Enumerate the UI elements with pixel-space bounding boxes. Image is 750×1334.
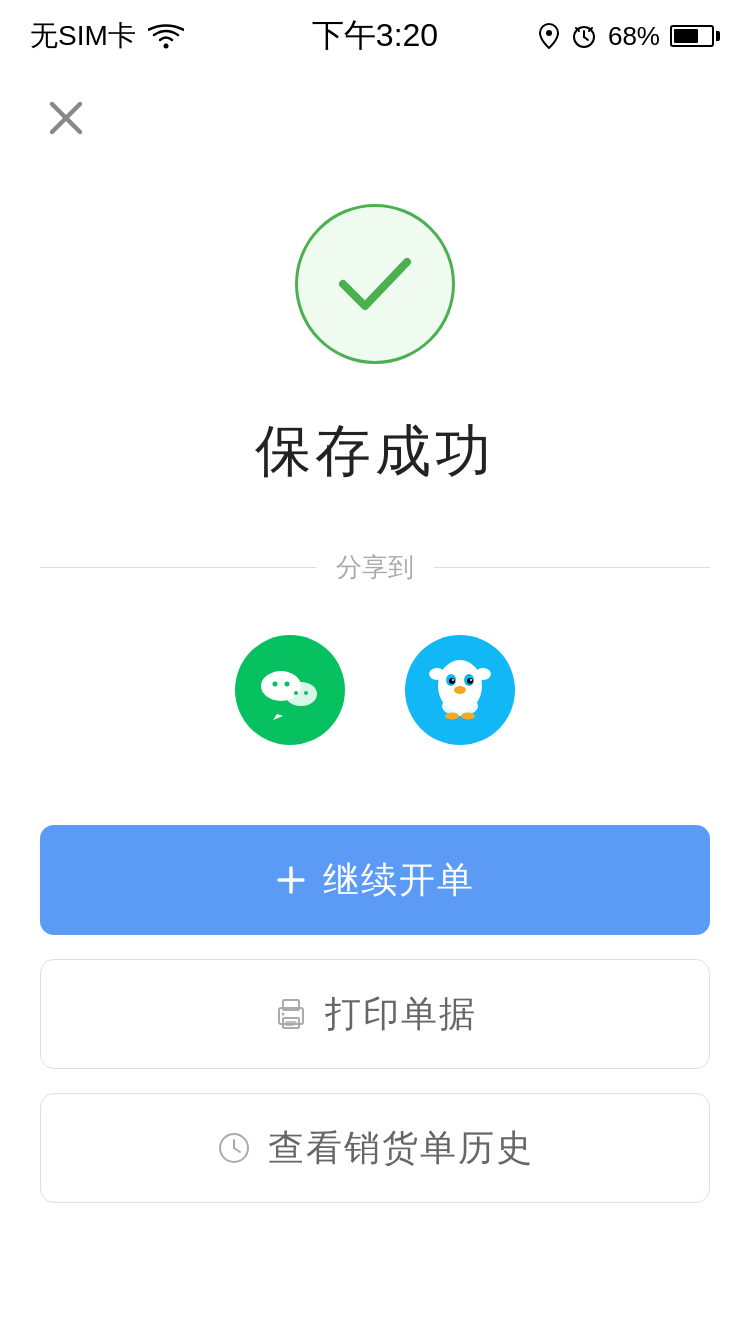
view-history-label: 查看销货单历史 [268,1124,534,1173]
qq-icon [427,654,493,726]
svg-point-17 [475,668,491,680]
share-divider: 分享到 [40,550,710,585]
svg-point-22 [452,679,454,681]
battery-percent: 68% [608,21,660,52]
carrier-text: 无SIM卡 [30,17,136,55]
print-receipt-label: 打印单据 [325,990,477,1039]
svg-point-23 [470,679,472,681]
qq-share-button[interactable] [405,635,515,745]
svg-point-12 [285,682,290,687]
svg-point-13 [294,691,298,695]
alarm-icon [570,22,598,50]
svg-point-27 [461,713,475,720]
checkmark-icon [335,252,415,316]
continue-order-label: 继续开单 [323,856,475,905]
svg-point-20 [449,678,455,684]
battery-icon [670,25,720,47]
status-left: 无SIM卡 [30,17,184,55]
svg-point-1 [546,30,552,36]
svg-line-7 [52,104,80,132]
status-right: 68% [538,21,720,52]
action-buttons: 继续开单 打印单据 查看销货单历史 [40,825,710,1203]
history-icon [216,1130,252,1166]
svg-point-25 [442,696,478,716]
wifi-icon [148,23,184,49]
svg-line-8 [52,104,80,132]
success-title: 保存成功 [255,414,495,490]
main-content: 保存成功 分享到 [0,72,750,1203]
svg-point-35 [282,1013,285,1016]
status-time: 下午3:20 [312,14,438,58]
divider-left [40,567,316,568]
share-label: 分享到 [336,550,414,585]
divider-right [434,567,710,568]
wechat-icon [257,660,323,720]
view-history-button[interactable]: 查看销货单历史 [40,1093,710,1203]
wechat-share-button[interactable] [235,635,345,745]
svg-point-16 [429,668,445,680]
svg-line-38 [234,1148,240,1152]
svg-point-11 [273,682,278,687]
close-button-area [40,72,710,164]
plus-icon [275,864,307,896]
print-receipt-button[interactable]: 打印单据 [40,959,710,1069]
location-icon [538,22,560,50]
share-icons-container [235,635,515,745]
svg-point-0 [163,44,168,49]
svg-line-4 [584,37,588,40]
svg-point-10 [285,682,317,706]
close-button[interactable] [40,92,92,144]
svg-point-21 [467,678,473,684]
status-bar: 无SIM卡 下午3:20 68% [0,0,750,72]
success-icon-circle [295,204,455,364]
svg-point-14 [304,691,308,695]
svg-point-26 [445,713,459,720]
svg-point-24 [454,686,466,694]
printer-icon [273,996,309,1032]
continue-order-button[interactable]: 继续开单 [40,825,710,935]
